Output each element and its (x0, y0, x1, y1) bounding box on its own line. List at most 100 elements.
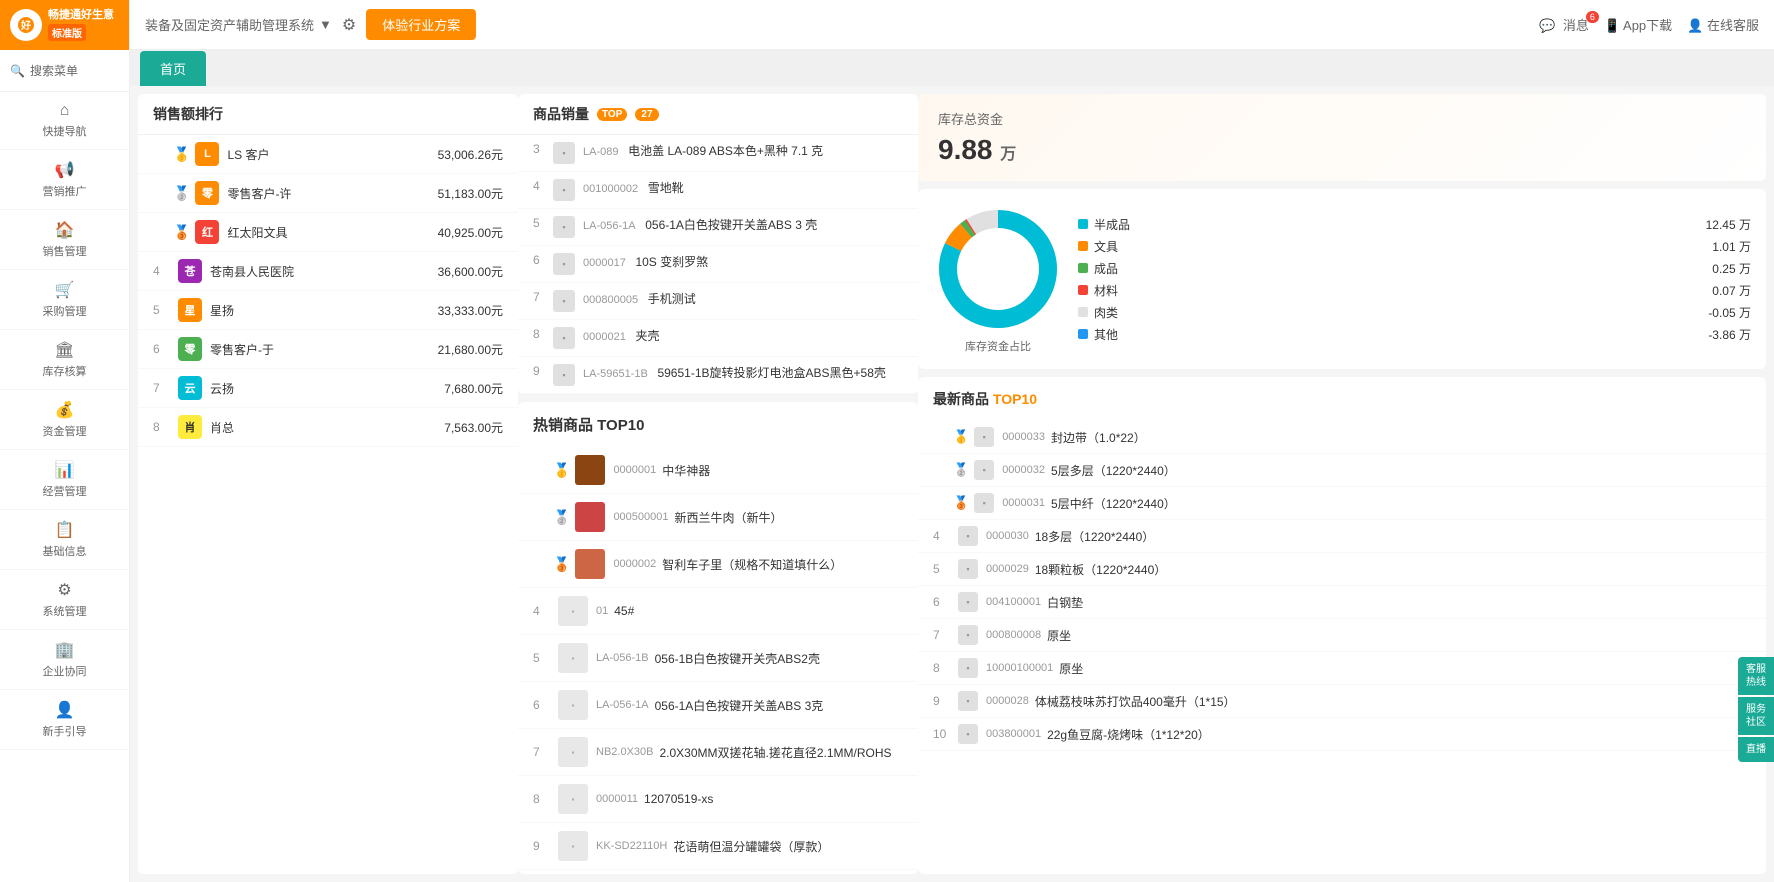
latest-product-item: 7 ▪ 000800008 原坐 (918, 619, 1766, 652)
hot-product-rank: 9 (533, 839, 553, 853)
sidebar-item-sales[interactable]: 🏠 销售管理 (0, 210, 129, 270)
rank-number: 5 (153, 303, 173, 317)
sidebar-item-newbie[interactable]: 👤 新手引导 (0, 690, 129, 750)
app-download-section[interactable]: 📱 App下载 (1604, 15, 1672, 34)
sidebar-item-purchase[interactable]: 🛒 采购管理 (0, 270, 129, 330)
latest-product-icon: ▪ (958, 559, 978, 579)
float-btn-community[interactable]: 服务社区 (1738, 697, 1774, 735)
content-wrapper: 销售额排行 🥇 L LS 客户 53,006.26元 🥈 零 零售客户-许 51… (130, 86, 1774, 882)
donut-chart-container: 库存资金占比 (933, 204, 1063, 354)
messages-section[interactable]: 💬 6 消息 (1539, 15, 1589, 34)
product-image (575, 549, 605, 579)
latest-product-code: 0000030 (986, 530, 1029, 542)
product-rank-number: 7 (533, 290, 553, 304)
settings-icon[interactable]: ⚙ (342, 15, 356, 35)
product-rank-number: 5 (533, 216, 553, 230)
legend-value-5: -3.86 万 (1708, 326, 1751, 343)
hot-products-list: 🥇 0000001 中华神器 🥈 000500001 新西兰牛肉（新牛） 🥉 0… (518, 447, 918, 870)
latest-product-name: 原坐 (1047, 627, 1071, 644)
operations-label: 经营管理 (43, 483, 87, 499)
latest-product-icon: ▪ (974, 427, 994, 447)
float-btn-live[interactable]: 直播 (1738, 737, 1774, 762)
legend-name-3: 材料 (1094, 282, 1706, 299)
tab-home[interactable]: 首页 (140, 51, 206, 86)
latest-products-list: 🥇 ▪ 0000033 封边带（1.0*22） 🥈 ▪ 0000032 5层多层… (918, 421, 1766, 874)
latest-product-code: 003800001 (986, 728, 1041, 740)
rank-name: LS 客户 (227, 146, 437, 163)
sidebar-item-operations[interactable]: 📊 经营管理 (0, 450, 129, 510)
sidebar-item-finance[interactable]: 💰 资金管理 (0, 390, 129, 450)
latest-product-code: 000800008 (986, 629, 1041, 641)
legend-name-1: 文具 (1094, 238, 1706, 255)
sidebar-item-enterprise[interactable]: 🏢 企业协同 (0, 630, 129, 690)
rank-amount: 21,680.00元 (438, 341, 503, 358)
product-sales-item: 6 ▪ 0000017 10S 变刹罗煞 (518, 246, 918, 283)
sidebar-item-marketing[interactable]: 📢 营销推广 (0, 150, 129, 210)
rank-name: 星扬 (210, 302, 438, 319)
sidebar-item-basic[interactable]: 📋 基础信息 (0, 510, 129, 570)
svg-text:好: 好 (20, 19, 31, 32)
product-icon: ▪ (553, 364, 575, 386)
product-icon: ▪ (553, 327, 575, 349)
legend-name-2: 成品 (1094, 260, 1706, 277)
customer-rank-item: 4 苍 苍南县人民医院 36,600.00元 (138, 252, 518, 291)
product-code: 0000021 (583, 331, 626, 343)
basic-icon: 📋 (55, 520, 75, 540)
latest-medal: 🥈 (953, 462, 969, 478)
rank-name: 云扬 (210, 380, 444, 397)
main-area: 装备及固定资产辅助管理系统 ▼ ⚙ 体验行业方案 💬 6 消息 📱 App下载 … (130, 0, 1774, 882)
customer-rank-item: 🥉 红 红太阳文具 40,925.00元 (138, 213, 518, 252)
system-selector[interactable]: 装备及固定资产辅助管理系统 ▼ (145, 15, 332, 34)
product-icon: ▪ (553, 253, 575, 275)
legend-item-semifinished: 半成品 12.45 万 (1078, 216, 1751, 233)
hot-products-panel: 热销商品 TOP10 🥇 0000001 中华神器 🥈 000500001 新西… (518, 402, 918, 874)
latest-rank: 5 (933, 562, 953, 576)
hot-product-rank: 6 (533, 698, 553, 712)
product-sales-item: 9 ▪ LA-59651-1B 59651-1B旋转投影灯电池盒ABS黑色+58… (518, 357, 918, 394)
sidebar-item-system[interactable]: ⚙ 系统管理 (0, 570, 129, 630)
product-info: LA-59651-1B 59651-1B旋转投影灯电池盒ABS黑色+58壳 (583, 364, 903, 381)
search-menu-button[interactable]: 🔍 搜索菜单 (10, 58, 119, 83)
customer-ranking-list: 🥇 L LS 客户 53,006.26元 🥈 零 零售客户-许 51,183.0… (138, 135, 518, 447)
product-image (575, 502, 605, 532)
product-sales-badge: TOP (597, 108, 627, 121)
latest-product-item: 🥇 ▪ 0000033 封边带（1.0*22） (918, 421, 1766, 454)
trial-button[interactable]: 体验行业方案 (366, 9, 476, 40)
rank-name: 零售客户-于 (210, 341, 438, 358)
system-title: 装备及固定资产辅助管理系统 (145, 15, 314, 34)
logo-badge: 标准版 (48, 24, 86, 41)
rank-avatar: 零 (178, 337, 202, 361)
sidebar-item-quicknav[interactable]: ⌂ 快捷导航 (0, 92, 129, 150)
customer-ranking-panel: 销售额排行 🥇 L LS 客户 53,006.26元 🥈 零 零售客户-许 51… (138, 94, 518, 874)
hot-product-code: LA-056-1B (596, 652, 649, 664)
product-info: 000800005 手机测试 (583, 290, 903, 307)
inventory-icon: 🏛 (54, 340, 74, 360)
product-name: 10S 变刹罗煞 (635, 255, 708, 269)
product-sales-title: 商品销量 (533, 104, 589, 124)
newbie-icon: 👤 (55, 700, 75, 720)
latest-product-icon: ▪ (958, 658, 978, 678)
product-rank-number: 4 (533, 179, 553, 193)
middle-section: 商品销量 TOP 27 3 ▪ LA-089 电池盖 LA-089 ABS本色+… (518, 86, 918, 882)
product-image: ▪ (558, 737, 588, 767)
online-service-section[interactable]: 👤 在线客服 (1687, 15, 1759, 34)
rank-avatar: 星 (178, 298, 202, 322)
hot-product-medal: 🥉 (553, 556, 570, 573)
hot-product-code: LA-056-1A (596, 699, 649, 711)
product-rank-number: 6 (533, 253, 553, 267)
rank-name: 红太阳文具 (227, 224, 437, 241)
product-sales-item: 5 ▪ LA-056-1A 056-1A白色按键开关盖ABS 3 壳 (518, 209, 918, 246)
marketing-label: 营销推广 (43, 183, 87, 199)
product-info: 0000017 10S 变刹罗煞 (583, 253, 903, 270)
rank-avatar: L (195, 142, 219, 166)
float-btn-service[interactable]: 客服热线 (1738, 657, 1774, 695)
latest-product-name: 22g鱼豆腐-烧烤味（1*12*20） (1047, 726, 1210, 743)
latest-medal: 🥇 (953, 429, 969, 445)
latest-rank: 4 (933, 529, 953, 543)
latest-rank: 8 (933, 661, 953, 675)
sidebar-item-inventory[interactable]: 🏛 库存核算 (0, 330, 129, 390)
latest-product-item: 🥉 ▪ 0000031 5层中纤（1220*2440） (918, 487, 1766, 520)
latest-product-icon: ▪ (974, 493, 994, 513)
legend-dot-material (1078, 285, 1088, 295)
hot-product-rank: 8 (533, 792, 553, 806)
